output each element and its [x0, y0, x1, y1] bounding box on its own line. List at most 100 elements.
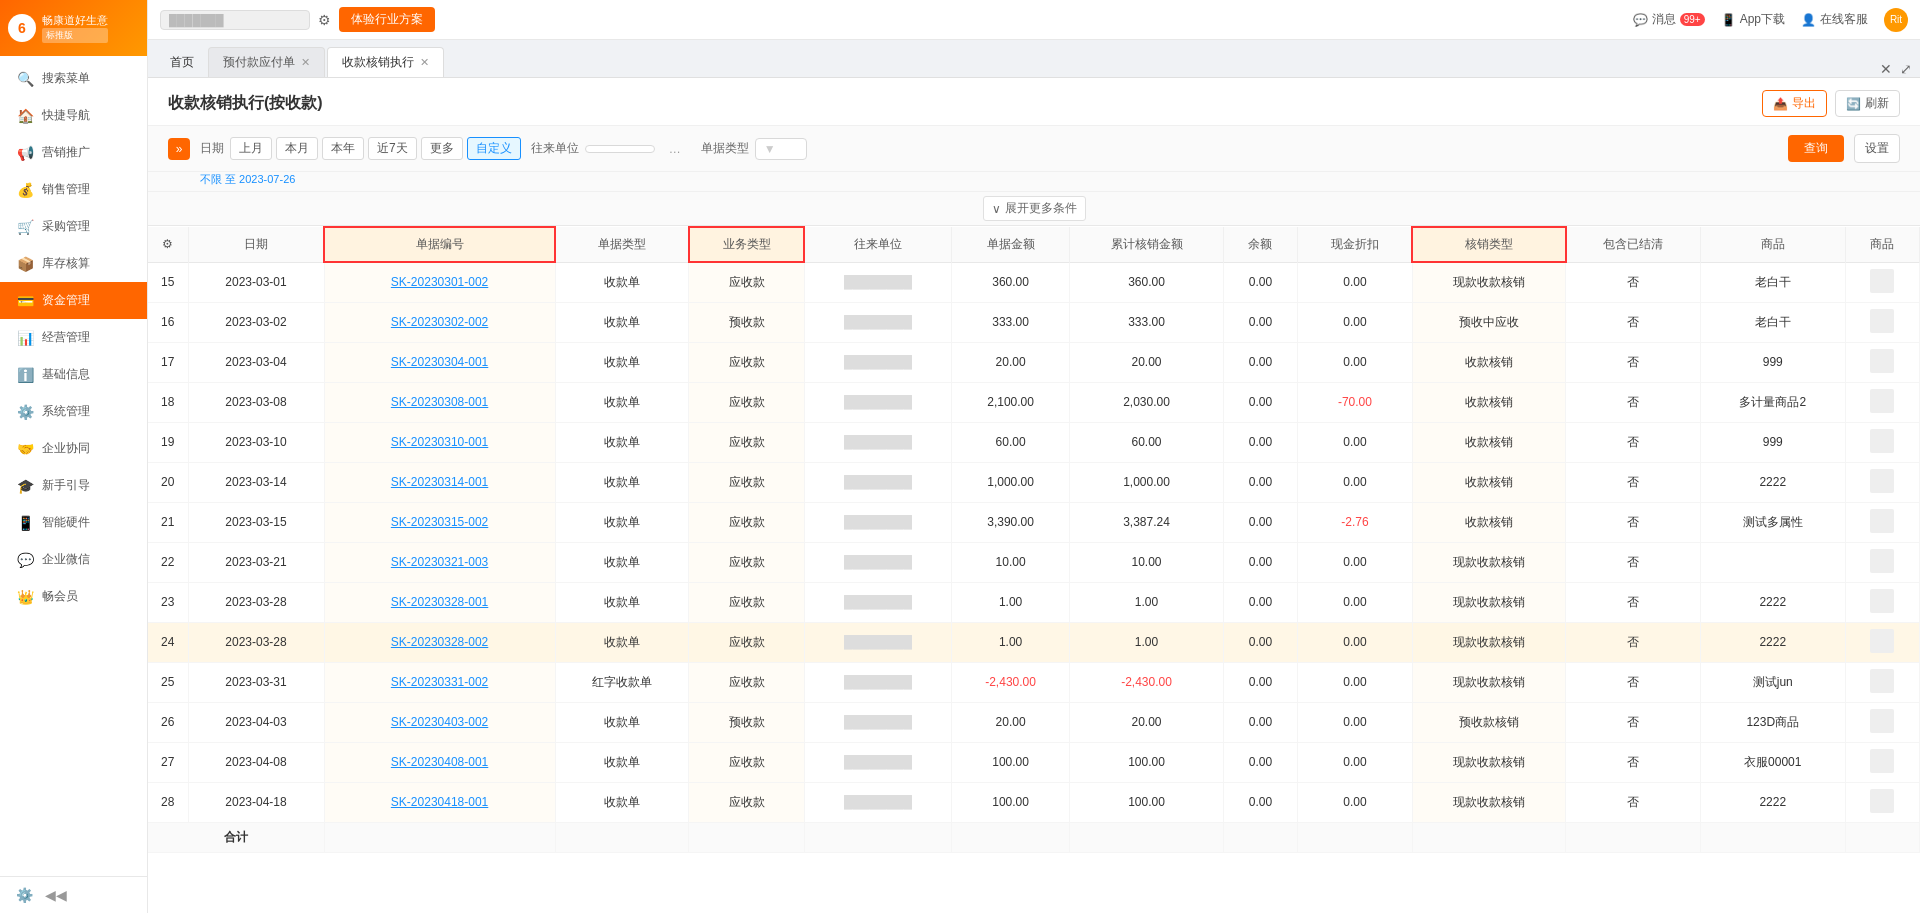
cell-amount: 60.00 [951, 422, 1069, 462]
table-row[interactable]: 21 2023-03-15 SK-20230315-002 收款单 应收款 ██… [148, 502, 1920, 542]
sidebar-item-basic-info[interactable]: ℹ️基础信息 [0, 356, 147, 393]
sidebar-collapse-icon[interactable]: ◀◀ [45, 887, 67, 903]
topbar-gear-icon[interactable]: ⚙ [318, 12, 331, 28]
bill-no-link[interactable]: SK-20230315-002 [391, 515, 488, 529]
refresh-btn[interactable]: 🔄 刷新 [1835, 90, 1900, 117]
date-btn-custom[interactable]: 自定义 [467, 137, 521, 160]
notification-area[interactable]: 💬 消息 99+ [1633, 11, 1705, 28]
bill-no-link[interactable]: SK-20230308-001 [391, 395, 488, 409]
table-row[interactable]: 28 2023-04-18 SK-20230418-001 收款单 应收款 ██… [148, 782, 1920, 822]
tab-home[interactable]: 首页 [156, 48, 208, 77]
sidebar-item-search[interactable]: 🔍搜索菜单 [0, 60, 147, 97]
tabbar: 首页 预付款应付单 ✕ 收款核销执行 ✕ ✕ ⤢ [148, 40, 1920, 78]
cell-date: 2023-03-10 [188, 422, 324, 462]
table-row[interactable]: 18 2023-03-08 SK-20230308-001 收款单 应收款 ██… [148, 382, 1920, 422]
cell-balance: 0.00 [1223, 742, 1297, 782]
cell-include-settled: 否 [1566, 622, 1701, 662]
cell-biz-type: 应收款 [689, 342, 805, 382]
export-icon: 📤 [1773, 97, 1788, 111]
date-btn-this-month[interactable]: 本月 [276, 137, 318, 160]
bill-type-select[interactable]: ▼ [755, 138, 807, 160]
online-service-area[interactable]: 👤 在线客服 [1801, 11, 1868, 28]
date-btn-7days[interactable]: 近7天 [368, 137, 417, 160]
sidebar-item-inventory[interactable]: 📦库存核算 [0, 245, 147, 282]
industry-btn[interactable]: 体验行业方案 [339, 7, 435, 32]
table-row[interactable]: 17 2023-03-04 SK-20230304-001 收款单 应收款 ██… [148, 342, 1920, 382]
cell-bill-type: 收款单 [555, 502, 689, 542]
table-area: ⚙ 日期 单据编号 单据类型 业务类型 往来单位 单据金额 累计核销金额 余额 … [148, 226, 1920, 913]
date-btn-last-month[interactable]: 上月 [230, 137, 272, 160]
export-btn[interactable]: 📤 导出 [1762, 90, 1827, 117]
tab-expand-icon[interactable]: ⤢ [1900, 61, 1912, 77]
partner-input[interactable] [585, 145, 655, 153]
bill-no-link[interactable]: SK-20230301-002 [391, 275, 488, 289]
tab-collection-close[interactable]: ✕ [420, 56, 429, 69]
cell-biz-type: 应收款 [689, 382, 805, 422]
cell-bill-type: 收款单 [555, 382, 689, 422]
sidebar-item-smart-hw[interactable]: 📱智能硬件 [0, 504, 147, 541]
sidebar-item-member[interactable]: 👑畅会员 [0, 578, 147, 615]
bill-no-link[interactable]: SK-20230408-001 [391, 755, 488, 769]
table-row[interactable]: 27 2023-04-08 SK-20230408-001 收款单 应收款 ██… [148, 742, 1920, 782]
filter-settings-btn[interactable]: 设置 [1854, 134, 1900, 163]
cell-biz-type: 应收款 [689, 502, 805, 542]
filter-toggle-btn[interactable]: » [168, 138, 190, 160]
cell-cumulative: 333.00 [1070, 302, 1224, 342]
user-avatar[interactable]: Rit [1884, 8, 1908, 32]
sidebar-item-marketing[interactable]: 📢营销推广 [0, 134, 147, 171]
bill-no-link[interactable]: SK-20230310-001 [391, 435, 488, 449]
sidebar-item-finance[interactable]: 💳资金管理 [0, 282, 147, 319]
bill-no-link[interactable]: SK-20230331-002 [391, 675, 488, 689]
table-row[interactable]: 23 2023-03-28 SK-20230328-001 收款单 应收款 ██… [148, 582, 1920, 622]
date-btn-more[interactable]: 更多 [421, 137, 463, 160]
bill-no-link[interactable]: SK-20230321-003 [391, 555, 488, 569]
sidebar-item-system[interactable]: ⚙️系统管理 [0, 393, 147, 430]
table-row[interactable]: 22 2023-03-21 SK-20230321-003 收款单 应收款 ██… [148, 542, 1920, 582]
bill-no-link[interactable]: SK-20230418-001 [391, 795, 488, 809]
table-row[interactable]: 26 2023-04-03 SK-20230403-002 收款单 预收款 ██… [148, 702, 1920, 742]
bill-no-link[interactable]: SK-20230314-001 [391, 475, 488, 489]
app-download-area[interactable]: 📱 App下载 [1721, 11, 1785, 28]
tab-prepay-order[interactable]: 预付款应付单 ✕ [208, 47, 325, 77]
expand-more-btn[interactable]: ∨ 展开更多条件 [983, 196, 1086, 221]
col-settings-header[interactable]: ⚙ [148, 227, 188, 262]
sidebar-label-inventory: 库存核算 [42, 255, 90, 272]
sidebar-item-enterprise[interactable]: 🤝企业协同 [0, 430, 147, 467]
cell-bill-no: SK-20230328-001 [324, 582, 555, 622]
total-balance [1223, 822, 1297, 852]
sidebar-item-operations[interactable]: 📊经营管理 [0, 319, 147, 356]
date-range-row: 不限 至 2023-07-26 [148, 172, 1920, 192]
sidebar-label-finance: 资金管理 [42, 292, 90, 309]
cell-balance: 0.00 [1223, 702, 1297, 742]
table-row[interactable]: 24 2023-03-28 SK-20230328-002 收款单 应收款 ██… [148, 622, 1920, 662]
sidebar-settings-icon[interactable]: ⚙️ [16, 887, 33, 903]
cell-product: 123D商品 [1700, 702, 1845, 742]
bill-no-link[interactable]: SK-20230304-001 [391, 355, 488, 369]
bill-no-link[interactable]: SK-20230328-001 [391, 595, 488, 609]
table-row[interactable]: 25 2023-03-31 SK-20230331-002 红字收款单 应收款 … [148, 662, 1920, 702]
cell-bill-no: SK-20230304-001 [324, 342, 555, 382]
query-btn[interactable]: 查询 [1788, 135, 1844, 162]
table-row[interactable]: 15 2023-03-01 SK-20230301-002 收款单 应收款 ██… [148, 262, 1920, 302]
bill-type-filter-group: 单据类型 ▼ [701, 138, 807, 160]
table-row[interactable]: 20 2023-03-14 SK-20230314-001 收款单 应收款 ██… [148, 462, 1920, 502]
sidebar-item-newbie[interactable]: 🎓新手引导 [0, 467, 147, 504]
sidebar-item-wecom[interactable]: 💬企业微信 [0, 541, 147, 578]
tab-close-all-icon[interactable]: ✕ [1880, 61, 1892, 77]
date-btn-this-year[interactable]: 本年 [322, 137, 364, 160]
bill-no-link[interactable]: SK-20230302-002 [391, 315, 488, 329]
table-row[interactable]: 16 2023-03-02 SK-20230302-002 收款单 预收款 ██… [148, 302, 1920, 342]
date-filter-group: 日期 上月 本月 本年 近7天 更多 自定义 [200, 137, 521, 160]
sidebar-item-sales[interactable]: 💰销售管理 [0, 171, 147, 208]
page-header-actions: 📤 导出 🔄 刷新 [1762, 90, 1900, 117]
filter-bar: » 日期 上月 本月 本年 近7天 更多 自定义 往来单位 … 单据类型 [148, 126, 1920, 172]
bill-no-link[interactable]: SK-20230328-002 [391, 635, 488, 649]
table-row[interactable]: 19 2023-03-10 SK-20230310-001 收款单 应收款 ██… [148, 422, 1920, 462]
sidebar-item-quick-nav[interactable]: 🏠快捷导航 [0, 97, 147, 134]
tab-collection-exec[interactable]: 收款核销执行 ✕ [327, 47, 444, 77]
tab-prepay-close[interactable]: ✕ [301, 56, 310, 69]
cell-product2 [1845, 342, 1919, 382]
cell-bill-type: 收款单 [555, 702, 689, 742]
bill-no-link[interactable]: SK-20230403-002 [391, 715, 488, 729]
sidebar-item-purchase[interactable]: 🛒采购管理 [0, 208, 147, 245]
